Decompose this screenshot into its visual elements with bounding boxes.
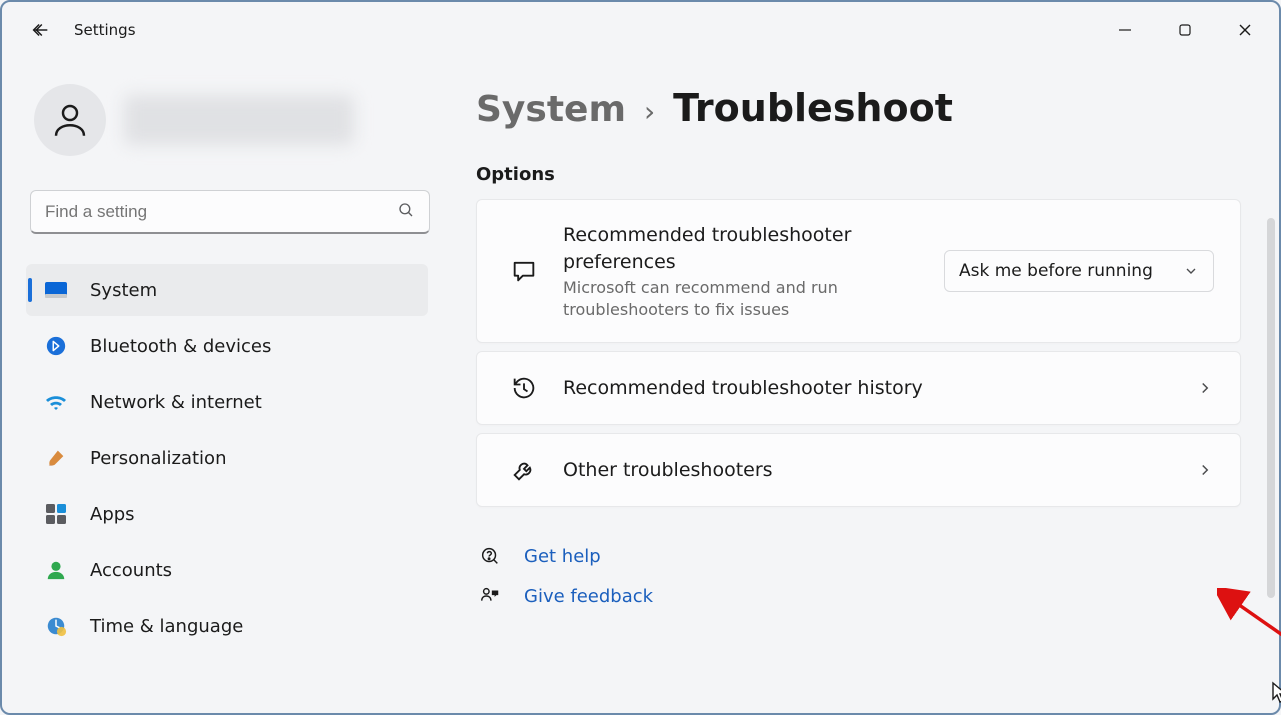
chevron-right-icon [1196,379,1214,397]
nav-label: System [90,280,157,301]
help-icon [476,545,504,567]
nav-item-time-language[interactable]: Time & language [26,600,428,652]
search-box[interactable] [30,190,430,234]
preferences-dropdown[interactable]: Ask me before running [944,250,1214,292]
username-redacted [124,95,354,145]
app-title: Settings [74,21,136,39]
close-icon [1238,23,1252,37]
nav-item-network[interactable]: Network & internet [26,376,428,428]
back-button[interactable] [24,14,56,46]
maximize-button[interactable] [1155,8,1215,52]
globe-clock-icon [44,614,68,638]
breadcrumb: System › Troubleshoot [476,86,1241,130]
card-troubleshooter-preferences: Recommended troubleshooter preferences M… [476,199,1241,343]
nav-item-personalization[interactable]: Personalization [26,432,428,484]
link-give-feedback[interactable]: Give feedback [476,585,1241,607]
link-get-help[interactable]: Get help [476,545,1241,567]
paintbrush-icon [44,446,68,470]
link-label: Give feedback [524,586,653,607]
wifi-icon [44,390,68,414]
nav-item-accounts[interactable]: Accounts [26,544,428,596]
avatar [34,84,106,156]
nav-item-bluetooth[interactable]: Bluetooth & devices [26,320,428,372]
minimize-button[interactable] [1095,8,1155,52]
titlebar: Settings [2,2,1279,58]
nav-label: Network & internet [90,392,262,413]
card-other-troubleshooters[interactable]: Other troubleshooters [476,433,1241,507]
nav-item-system[interactable]: System [26,264,428,316]
bluetooth-icon [44,334,68,358]
search-input[interactable] [45,202,397,222]
nav-item-apps[interactable]: Apps [26,488,428,540]
nav-label: Accounts [90,560,172,581]
profile-block[interactable] [34,84,428,156]
breadcrumb-current: Troubleshoot [673,86,953,130]
breadcrumb-parent[interactable]: System [476,89,626,130]
sidebar: System Bluetooth & devices Network & int… [2,58,442,713]
nav-label: Time & language [90,616,243,637]
card-subtitle: Microsoft can recommend and run troubles… [563,277,883,320]
help-links: Get help Give feedback [476,545,1241,607]
chevron-right-icon [1196,461,1214,479]
nav: System Bluetooth & devices Network & int… [26,264,428,652]
search-icon [397,201,415,223]
wrench-icon [503,456,545,484]
chevron-right-icon: › [644,95,655,128]
card-title: Recommended troubleshooter history [563,375,1196,402]
content: System › Troubleshoot Options Recommende… [442,58,1279,713]
maximize-icon [1178,23,1192,37]
dropdown-value: Ask me before running [959,261,1153,281]
window-controls [1095,8,1275,52]
card-title: Other troubleshooters [563,457,1196,484]
nav-label: Personalization [90,448,226,469]
chevron-down-icon [1183,263,1199,279]
cursor-icon [1270,681,1281,705]
chat-icon [503,257,545,285]
scrollbar[interactable] [1267,218,1275,598]
minimize-icon [1118,23,1132,37]
nav-label: Apps [90,504,135,525]
display-icon [44,278,68,302]
account-icon [44,558,68,582]
feedback-icon [476,585,504,607]
card-history[interactable]: Recommended troubleshooter history [476,351,1241,425]
apps-icon [44,502,68,526]
person-icon [49,99,91,141]
history-icon [503,374,545,402]
card-title: Recommended troubleshooter preferences [563,222,883,275]
link-label: Get help [524,546,601,567]
nav-label: Bluetooth & devices [90,336,271,357]
close-button[interactable] [1215,8,1275,52]
section-label-options: Options [476,164,1241,185]
